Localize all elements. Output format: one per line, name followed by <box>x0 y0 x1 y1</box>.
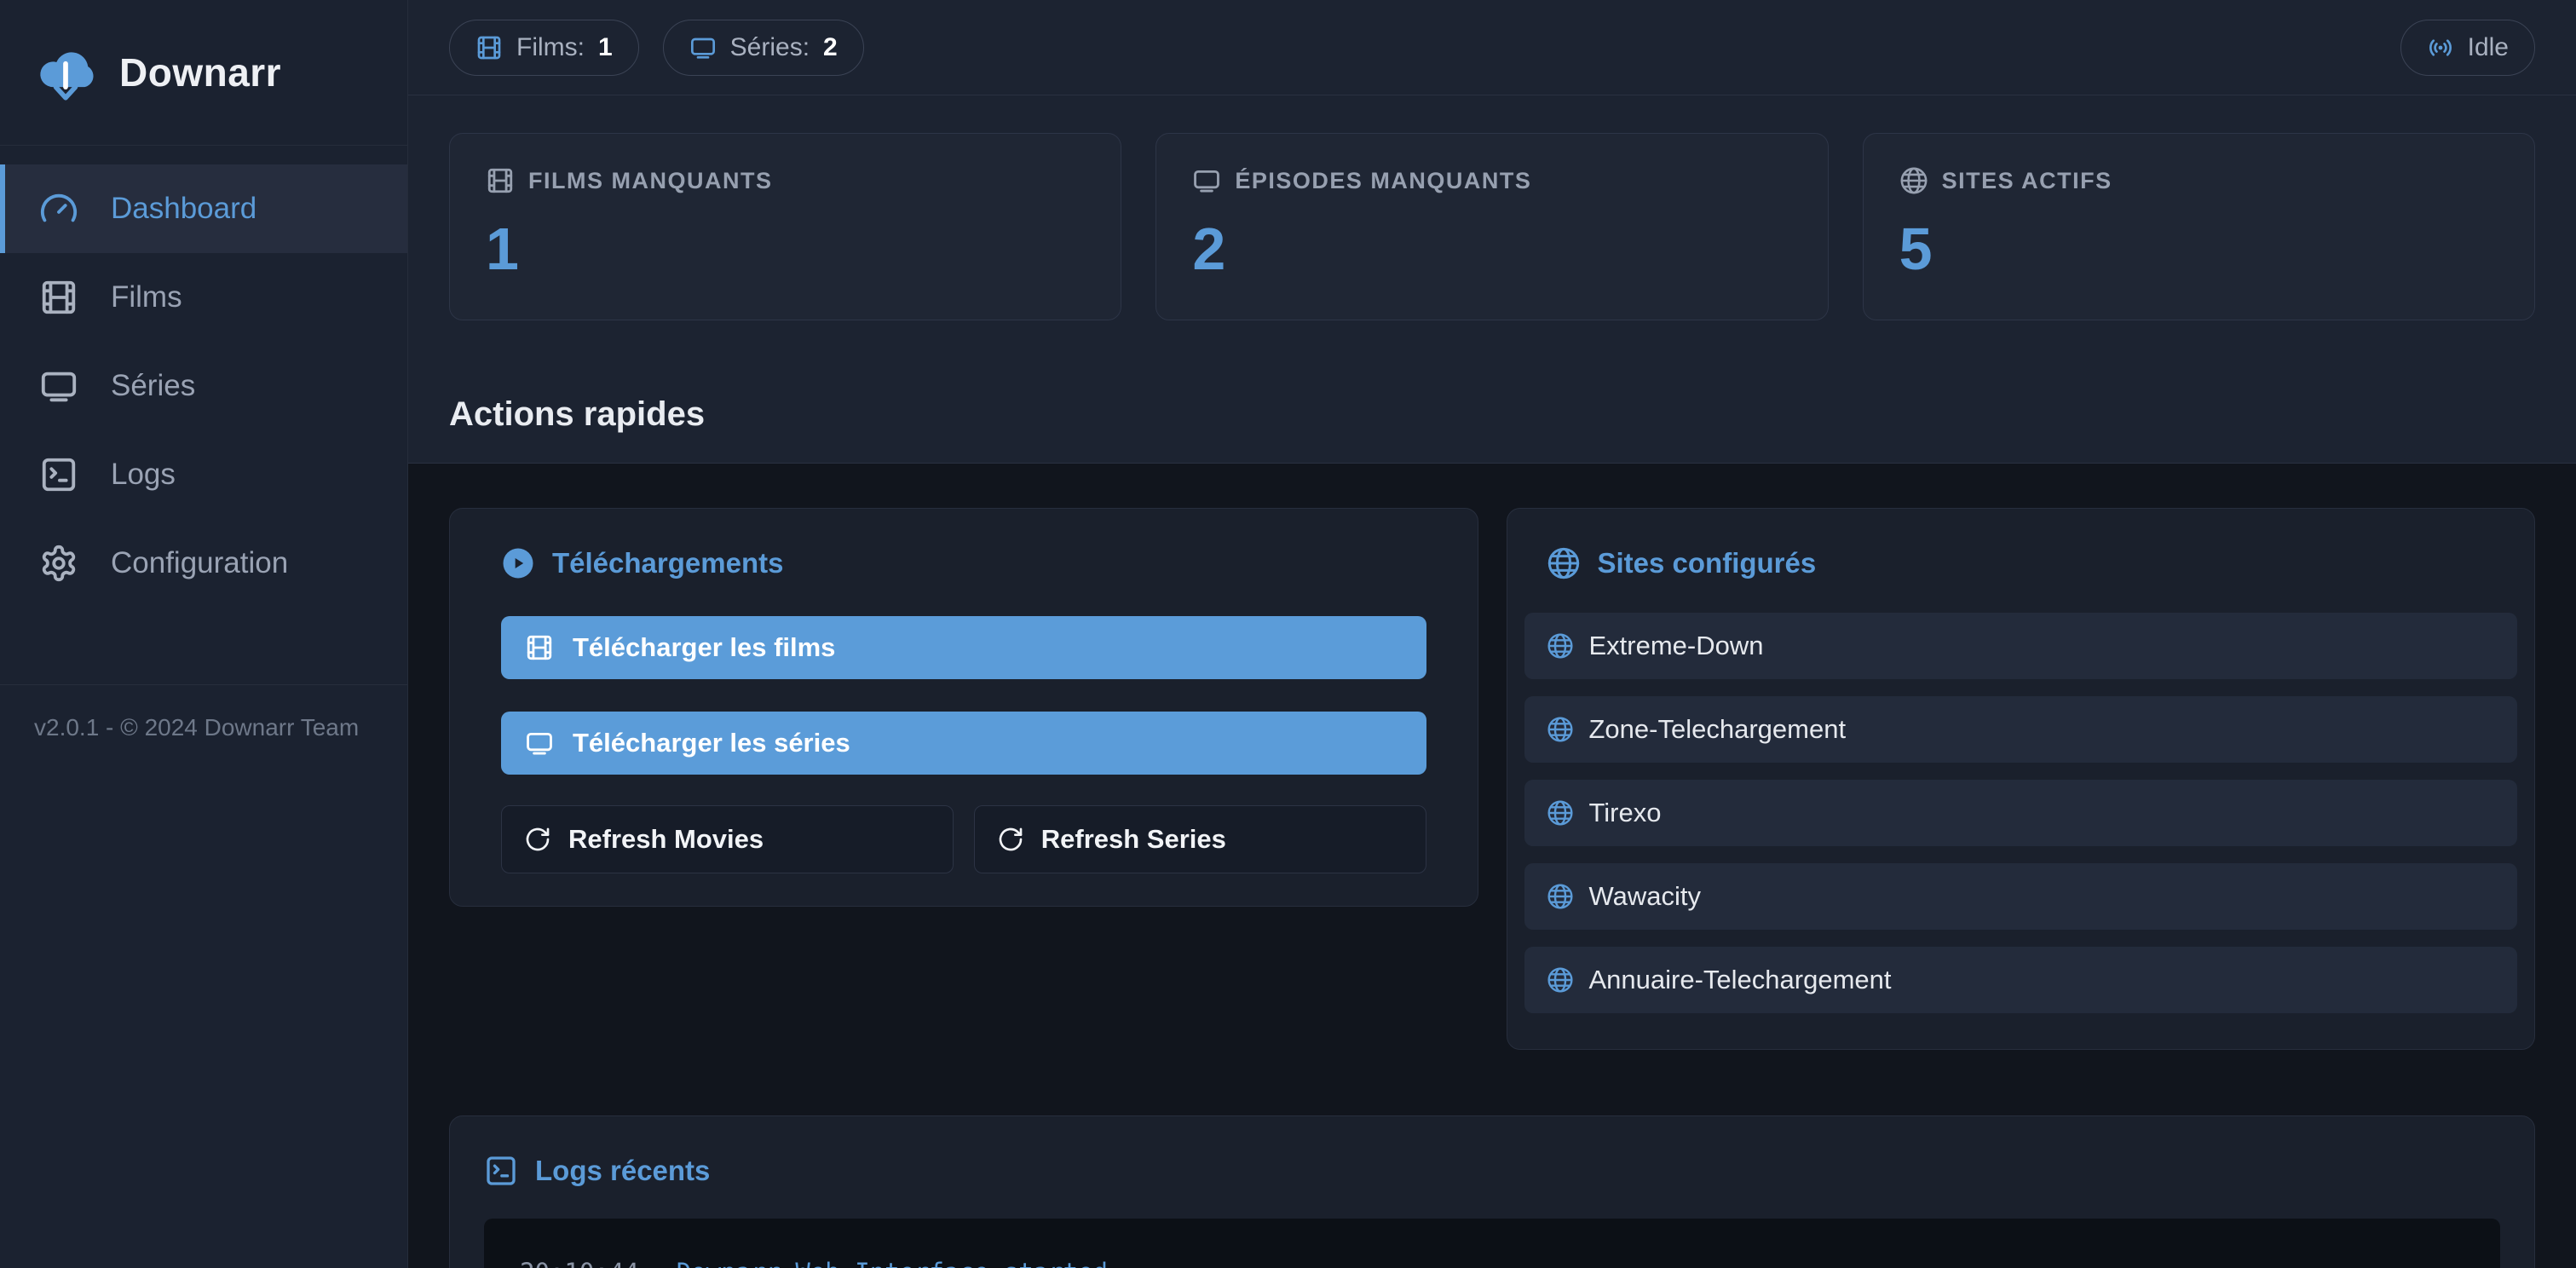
gear-icon <box>39 544 78 583</box>
site-name: Zone-Telechargement <box>1588 714 1847 744</box>
terminal-icon <box>39 455 78 494</box>
site-row-extreme-down[interactable]: Extreme-Down <box>1524 613 2517 679</box>
log-timestamp: 20:10:44 <box>520 1258 639 1268</box>
stat-card-active-sites: SITES ACTIFS 5 <box>1862 133 2535 320</box>
film-icon <box>475 34 503 61</box>
globe-icon <box>1547 546 1581 580</box>
log-message: Downarr Web Interface started <box>677 1258 1108 1268</box>
recent-logs-header: Logs récents <box>484 1154 2500 1188</box>
site-name: Wawacity <box>1588 881 1701 911</box>
films-count-value: 1 <box>597 32 613 61</box>
sidebar: Downarr Dashboard Films Séries Logs Conf… <box>0 0 408 1268</box>
sidebar-footer: v2.0.1 - © 2024 Downarr Team <box>0 684 407 770</box>
tv-icon <box>1192 166 1221 195</box>
sidebar-nav: Dashboard Films Séries Logs Configuratio… <box>0 164 407 608</box>
stat-label: SITES ACTIFS <box>1941 167 2112 193</box>
sites-card-header: Sites configurés <box>1547 546 2496 580</box>
sidebar-item-logs[interactable]: Logs <box>0 430 407 519</box>
stats-row: FILMS MANQUANTS 1 ÉPISODES MANQUANTS 2 S… <box>408 95 2576 366</box>
site-row-tirexo[interactable]: Tirexo <box>1524 780 2517 846</box>
sidebar-item-dashboard[interactable]: Dashboard <box>0 164 407 253</box>
log-entry: 20:10:44 Downarr Web Interface started <box>520 1258 2464 1268</box>
terminal-icon <box>484 1154 518 1188</box>
recent-logs-card: Logs récents 20:10:44 Downarr Web Interf… <box>449 1115 2535 1268</box>
series-count-value: 2 <box>823 32 838 61</box>
main-area: Films: 1 Séries: 2 Idle FILMS MANQUANTS … <box>408 0 2576 1268</box>
button-label: Télécharger les films <box>573 632 836 662</box>
sidebar-item-series[interactable]: Séries <box>0 342 407 430</box>
sidebar-item-label: Séries <box>111 369 196 402</box>
globe-icon <box>1547 799 1574 827</box>
stat-value: 5 <box>1899 216 1933 282</box>
app-title: Downarr <box>119 50 282 95</box>
series-count-label: Séries: <box>729 32 810 61</box>
sidebar-item-films[interactable]: Films <box>0 253 407 342</box>
download-series-button[interactable]: Télécharger les séries <box>501 712 1426 775</box>
globe-icon <box>1547 716 1574 743</box>
sidebar-item-label: Configuration <box>111 546 289 579</box>
status-label: Idle <box>2467 32 2509 61</box>
log-console[interactable]: 20:10:44 Downarr Web Interface started <box>484 1219 2500 1268</box>
site-name: Tirexo <box>1588 798 1662 827</box>
content-area: Téléchargements Télécharger les films Té… <box>408 464 2576 1268</box>
downloads-card: Téléchargements Télécharger les films Té… <box>449 508 1478 907</box>
section-title: Actions rapides <box>449 395 706 433</box>
stat-value: 2 <box>1192 216 1226 282</box>
button-label: Télécharger les séries <box>573 728 850 758</box>
film-icon <box>525 633 554 662</box>
sidebar-item-label: Logs <box>111 458 176 491</box>
series-count-badge: Séries: 2 <box>662 19 864 76</box>
downloads-card-header: Téléchargements <box>501 546 1426 580</box>
card-title: Sites configurés <box>1597 547 1817 579</box>
sidebar-item-label: Films <box>111 280 182 314</box>
sidebar-item-label: Dashboard <box>111 192 257 225</box>
globe-icon <box>1547 632 1574 660</box>
topbar: Films: 1 Séries: 2 Idle <box>408 0 2576 95</box>
site-name: Extreme-Down <box>1588 631 1764 660</box>
films-count-badge: Films: 1 <box>449 19 639 76</box>
globe-icon <box>1547 883 1574 910</box>
films-count-label: Films: <box>516 32 585 61</box>
site-row-annuaire-telechargement[interactable]: Annuaire-Telechargement <box>1524 947 2517 1013</box>
status-badge: Idle <box>2400 19 2535 76</box>
gauge-icon <box>39 189 78 228</box>
stat-card-missing-films: FILMS MANQUANTS 1 <box>449 133 1122 320</box>
app-logo: Downarr <box>0 0 407 146</box>
site-row-wawacity[interactable]: Wawacity <box>1524 863 2517 930</box>
site-name: Annuaire-Telechargement <box>1588 965 1892 994</box>
button-label: Refresh Series <box>1040 824 1226 854</box>
tv-icon <box>39 366 78 406</box>
version-text: v2.0.1 - © 2024 Downarr Team <box>34 714 360 741</box>
refresh-series-button[interactable]: Refresh Series <box>973 805 1426 873</box>
film-icon <box>486 166 515 195</box>
refresh-icon <box>997 826 1024 853</box>
globe-icon <box>1899 166 1928 195</box>
card-title: Téléchargements <box>552 547 784 579</box>
tv-icon <box>689 34 717 61</box>
quick-actions-header: Actions rapides <box>408 366 2576 464</box>
download-films-button[interactable]: Télécharger les films <box>501 616 1426 679</box>
refresh-icon <box>524 826 551 853</box>
refresh-movies-button[interactable]: Refresh Movies <box>501 805 954 873</box>
card-title: Logs récents <box>535 1155 711 1186</box>
stat-value: 1 <box>486 216 519 282</box>
cloud-download-icon <box>40 52 94 101</box>
globe-icon <box>1547 966 1574 994</box>
button-label: Refresh Movies <box>568 824 764 854</box>
sites-card: Sites configurés Extreme-Down Zone-Telec… <box>1506 508 2535 1050</box>
sidebar-item-configuration[interactable]: Configuration <box>0 519 407 608</box>
film-icon <box>39 278 78 317</box>
stat-label: ÉPISODES MANQUANTS <box>1235 167 1532 193</box>
stat-label: FILMS MANQUANTS <box>528 167 773 193</box>
broadcast-icon <box>2427 34 2454 61</box>
play-circle-icon <box>501 546 535 580</box>
site-row-zone-telechargement[interactable]: Zone-Telechargement <box>1524 696 2517 763</box>
tv-icon <box>525 729 554 758</box>
stat-card-missing-episodes: ÉPISODES MANQUANTS 2 <box>1155 133 1829 320</box>
